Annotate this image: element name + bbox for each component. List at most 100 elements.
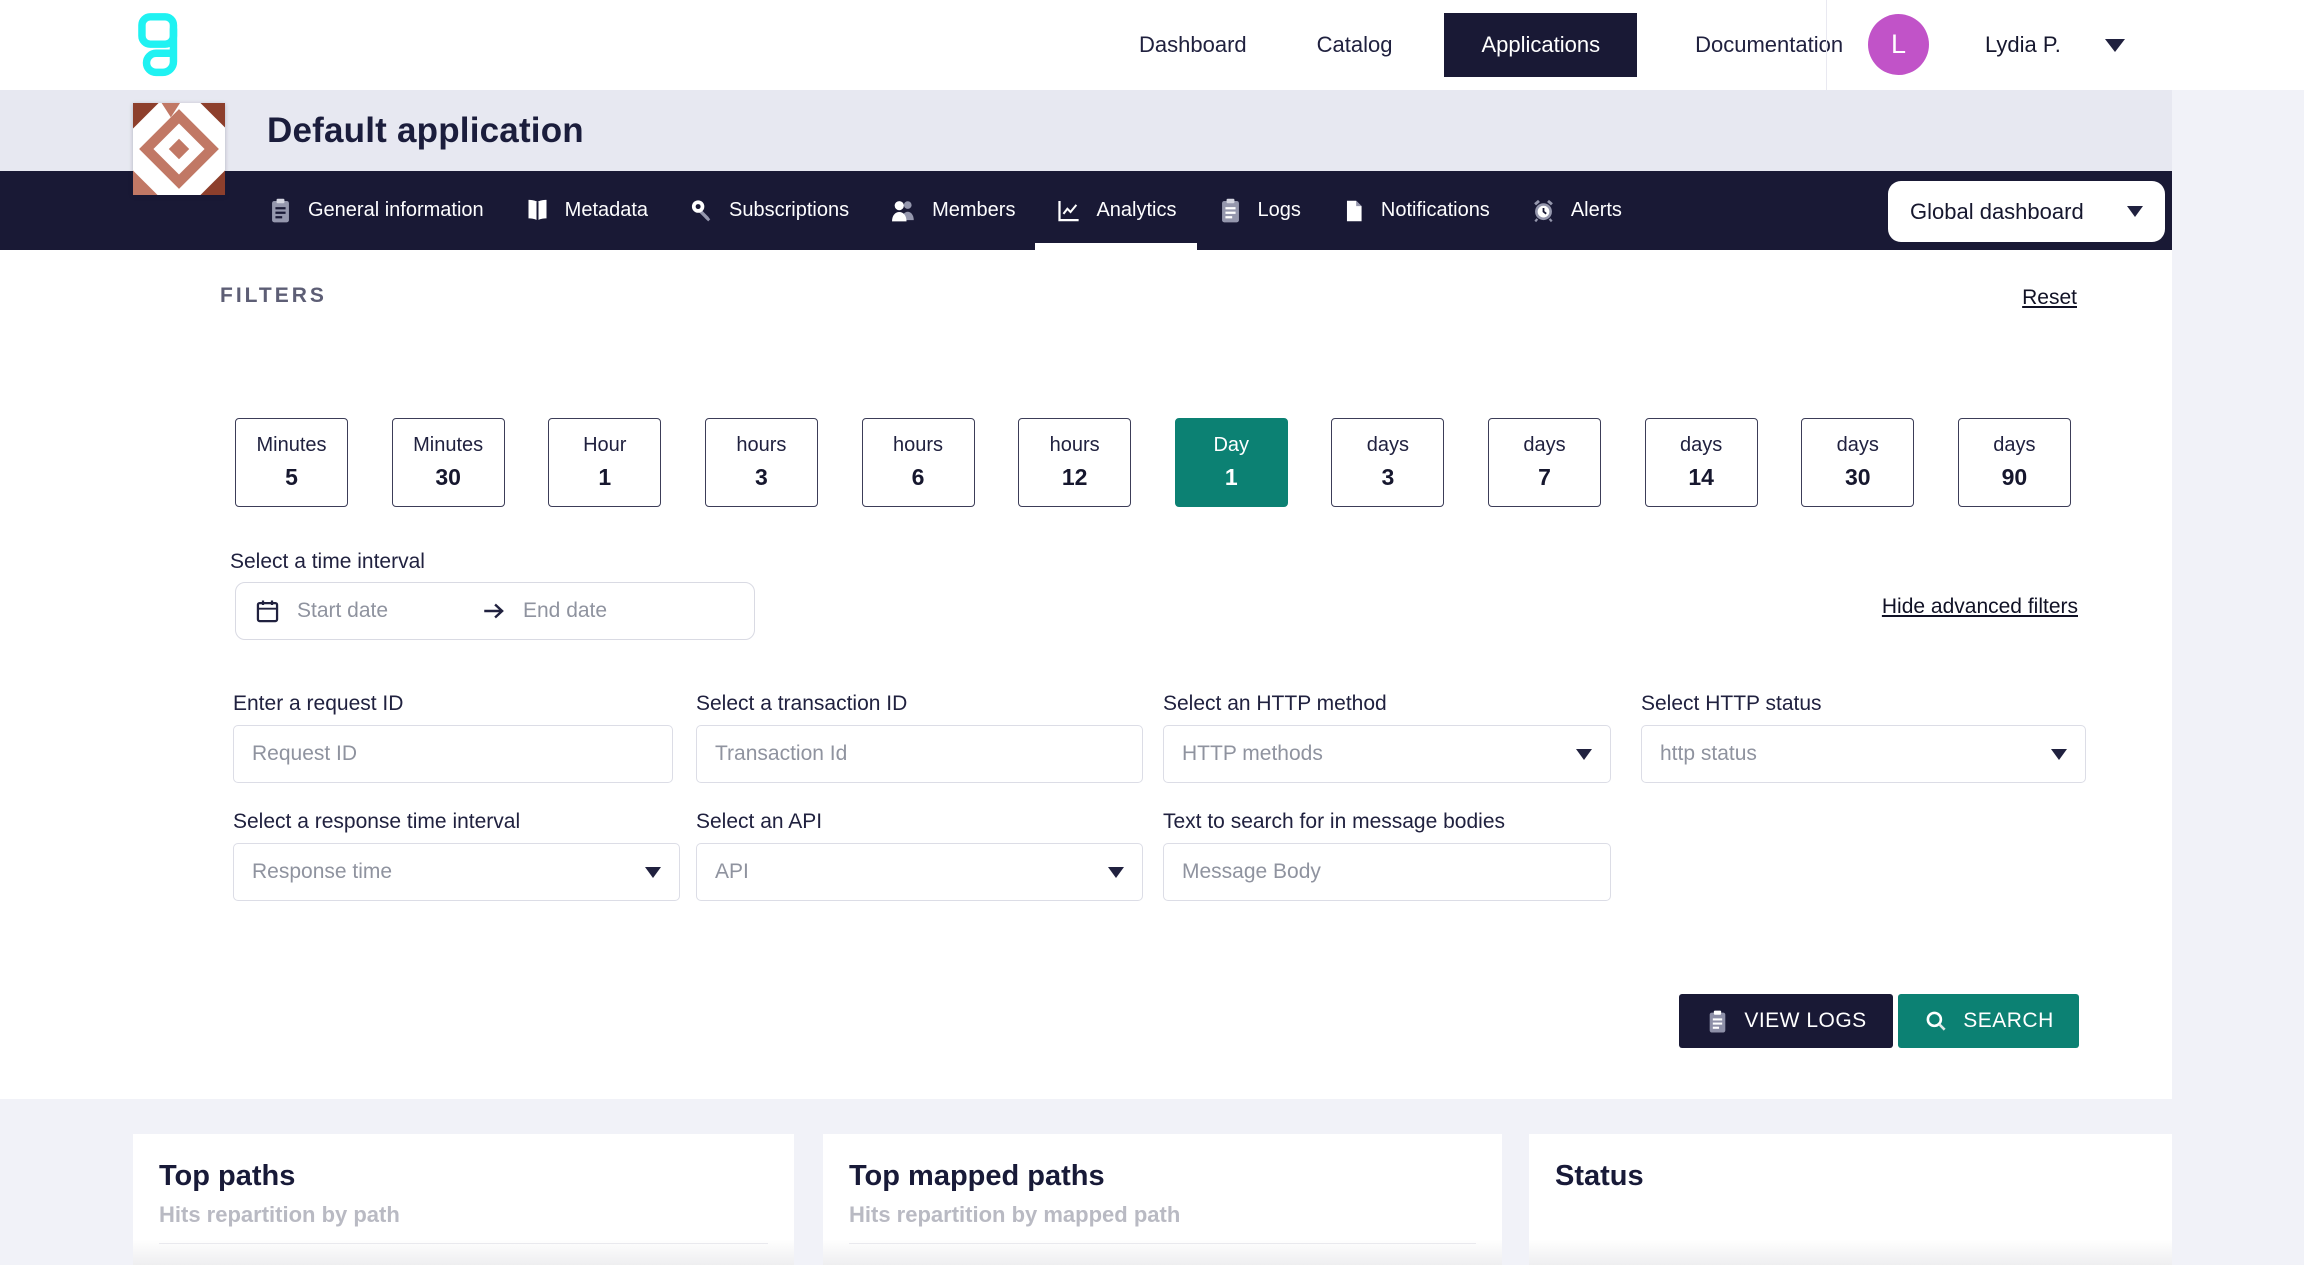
time-button-days-90[interactable]: days90 bbox=[1958, 418, 2071, 507]
api-label: Select an API bbox=[696, 810, 1143, 834]
page-title: Default application bbox=[267, 111, 584, 151]
time-button-hours-3[interactable]: hours3 bbox=[705, 418, 818, 507]
tab-logs[interactable]: Logs bbox=[1197, 171, 1321, 250]
top-bar: Dashboard Catalog Applications Documenta… bbox=[0, 0, 2304, 90]
view-logs-label: VIEW LOGS bbox=[1744, 1009, 1866, 1033]
clipboard-icon bbox=[267, 197, 294, 224]
reset-link[interactable]: Reset bbox=[2022, 286, 2077, 310]
message-body-field: Text to search for in message bodies bbox=[1163, 810, 1611, 901]
global-dashboard-select[interactable]: Global dashboard bbox=[1888, 181, 2165, 242]
start-date-placeholder[interactable]: Start date bbox=[297, 599, 465, 623]
transaction-id-label: Select a transaction ID bbox=[696, 692, 1143, 716]
http-status-select[interactable]: http status bbox=[1641, 725, 2086, 783]
request-id-label: Enter a request ID bbox=[233, 692, 673, 716]
response-time-label: Select a response time interval bbox=[233, 810, 680, 834]
http-method-field: Select an HTTP method HTTP methods bbox=[1163, 692, 1611, 783]
primary-nav: Dashboard Catalog Applications Documenta… bbox=[1121, 0, 1895, 90]
dashboard-cards: Top paths Hits repartition by path Top m… bbox=[0, 1134, 2304, 1265]
file-icon bbox=[1341, 198, 1367, 224]
time-button-minutes-5[interactable]: Minutes5 bbox=[235, 418, 348, 507]
chevron-down-icon bbox=[2127, 206, 2143, 217]
divider bbox=[159, 1243, 768, 1244]
gravitee-logo-icon[interactable] bbox=[135, 11, 197, 79]
api-select[interactable]: API bbox=[696, 843, 1143, 901]
nav-catalog[interactable]: Catalog bbox=[1299, 32, 1411, 58]
chart-line-icon bbox=[1055, 197, 1082, 224]
user-avatar[interactable]: L bbox=[1868, 14, 1929, 75]
tab-label: General information bbox=[308, 199, 484, 222]
card-subtitle: Hits repartition by path bbox=[159, 1202, 768, 1228]
tab-label: Members bbox=[932, 199, 1015, 222]
time-button-hour-1[interactable]: Hour1 bbox=[548, 418, 661, 507]
card-title: Top paths bbox=[159, 1160, 768, 1193]
chevron-down-icon bbox=[645, 867, 661, 878]
request-id-input[interactable] bbox=[233, 725, 673, 783]
time-button-days-3[interactable]: days3 bbox=[1331, 418, 1444, 507]
search-label: SEARCH bbox=[1963, 1009, 2054, 1033]
tab-subscriptions[interactable]: Subscriptions bbox=[668, 171, 869, 250]
status-card: Status bbox=[1529, 1134, 2172, 1265]
transaction-id-input[interactable] bbox=[696, 725, 1143, 783]
time-button-hours-6[interactable]: hours6 bbox=[862, 418, 975, 507]
message-body-label: Text to search for in message bodies bbox=[1163, 810, 1611, 834]
tab-label: Subscriptions bbox=[729, 199, 849, 222]
time-button-days-14[interactable]: days14 bbox=[1645, 418, 1758, 507]
card-subtitle: Hits repartition by mapped path bbox=[849, 1202, 1476, 1228]
hide-advanced-filters-link[interactable]: Hide advanced filters bbox=[1882, 595, 2078, 619]
search-button[interactable]: SEARCH bbox=[1898, 994, 2079, 1048]
chevron-down-icon bbox=[1576, 749, 1592, 760]
nav-documentation[interactable]: Documentation bbox=[1677, 32, 1861, 58]
application-icon bbox=[133, 103, 225, 195]
divider bbox=[1826, 0, 1827, 90]
dashboard-select-value: Global dashboard bbox=[1910, 199, 2084, 225]
alarm-clock-icon bbox=[1530, 197, 1557, 224]
time-range-buttons: Minutes5 Minutes30 Hour1 hours3 hours6 h… bbox=[235, 418, 2071, 507]
card-title: Top mapped paths bbox=[849, 1160, 1476, 1193]
time-button-days-7[interactable]: days7 bbox=[1488, 418, 1601, 507]
nav-applications[interactable]: Applications bbox=[1444, 13, 1637, 77]
time-button-days-30[interactable]: days30 bbox=[1801, 418, 1914, 507]
people-icon bbox=[889, 196, 918, 225]
tab-label: Metadata bbox=[565, 199, 648, 222]
filters-heading: FILTERS bbox=[220, 284, 327, 308]
time-button-day-1[interactable]: Day1 bbox=[1175, 418, 1288, 507]
divider bbox=[849, 1243, 1476, 1244]
chevron-down-icon[interactable] bbox=[2105, 39, 2125, 52]
http-method-select[interactable]: HTTP methods bbox=[1163, 725, 1611, 783]
http-status-label: Select HTTP status bbox=[1641, 692, 2086, 716]
time-button-minutes-30[interactable]: Minutes30 bbox=[392, 418, 505, 507]
tab-label: Analytics bbox=[1096, 199, 1176, 222]
tab-general-information[interactable]: General information bbox=[247, 171, 504, 250]
search-icon bbox=[1923, 1008, 1949, 1034]
application-analytics-page: Dashboard Catalog Applications Documenta… bbox=[0, 0, 2304, 1265]
time-button-hours-12[interactable]: hours12 bbox=[1018, 418, 1131, 507]
end-date-placeholder[interactable]: End date bbox=[523, 599, 607, 623]
top-mapped-paths-card: Top mapped paths Hits repartition by map… bbox=[823, 1134, 1502, 1265]
tab-analytics[interactable]: Analytics bbox=[1035, 171, 1196, 250]
user-name: Lydia P. bbox=[1985, 0, 2061, 90]
nav-dashboard[interactable]: Dashboard bbox=[1121, 32, 1265, 58]
chevron-down-icon bbox=[2051, 749, 2067, 760]
transaction-id-field: Select a transaction ID bbox=[696, 692, 1143, 783]
tab-members[interactable]: Members bbox=[869, 171, 1035, 250]
request-id-field: Enter a request ID bbox=[233, 692, 673, 783]
tab-metadata[interactable]: Metadata bbox=[504, 171, 668, 250]
response-time-select[interactable]: Response time bbox=[233, 843, 680, 901]
date-range-picker[interactable]: Start date End date bbox=[235, 582, 755, 640]
book-icon bbox=[524, 197, 551, 224]
response-time-field: Select a response time interval Response… bbox=[233, 810, 680, 901]
http-status-field: Select HTTP status http status bbox=[1641, 692, 2086, 783]
tab-notifications[interactable]: Notifications bbox=[1321, 171, 1510, 250]
message-body-input[interactable] bbox=[1163, 843, 1611, 901]
card-title: Status bbox=[1555, 1160, 2146, 1193]
tab-label: Notifications bbox=[1381, 199, 1490, 222]
http-method-label: Select an HTTP method bbox=[1163, 692, 1611, 716]
key-icon bbox=[688, 197, 715, 224]
tab-alerts[interactable]: Alerts bbox=[1510, 171, 1642, 250]
top-paths-card: Top paths Hits repartition by path bbox=[133, 1134, 794, 1265]
calendar-icon bbox=[254, 598, 281, 625]
application-tabs: General information Metadata Subscript bbox=[0, 171, 2172, 250]
clipboard-icon bbox=[1705, 1009, 1730, 1034]
clipboard-icon bbox=[1217, 197, 1244, 224]
view-logs-button[interactable]: VIEW LOGS bbox=[1679, 994, 1893, 1048]
